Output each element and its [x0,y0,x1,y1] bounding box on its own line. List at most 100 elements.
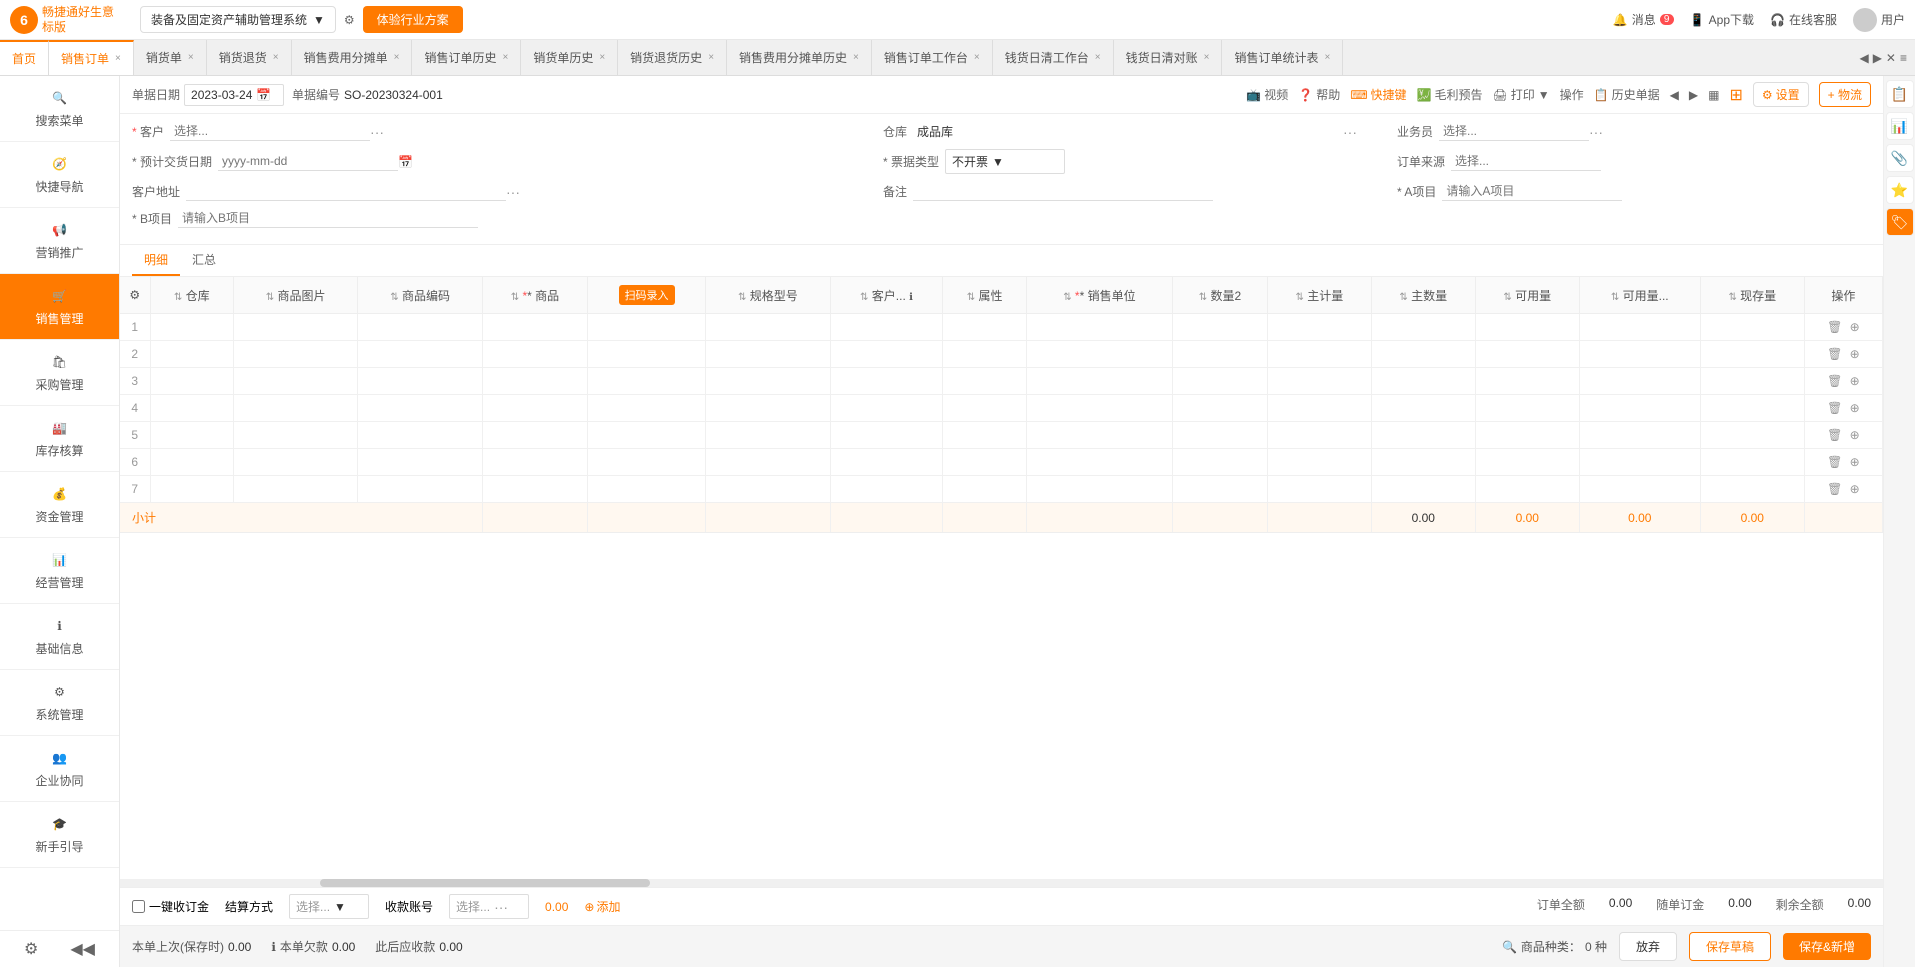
copy-icon[interactable]: ⊕ [1850,320,1860,334]
payment-method-select[interactable]: 选择... ▼ [289,894,369,919]
salesperson-dots-btn[interactable]: ··· [1589,124,1603,140]
table-tab-detail[interactable]: 明细 [132,245,180,276]
row-action-5[interactable]: 🗑 ⊕ [1804,422,1882,449]
order-source-input[interactable] [1451,152,1601,171]
close-icon[interactable]: × [1324,52,1330,63]
close-icon[interactable]: × [394,52,400,63]
copy-icon[interactable]: ⊕ [1850,347,1860,361]
customer-dots-btn[interactable]: ··· [370,124,384,140]
sidebar-settings-icon[interactable]: ⚙ [24,939,38,959]
tab-fee-history[interactable]: 销售费用分摊单历史 × [727,40,872,76]
tab-sales-bill[interactable]: 销货单 × [134,40,207,76]
sidebar-item-operations[interactable]: 📊 经营管理 [0,538,119,604]
tab-sales-order-history[interactable]: 销售订单历史 × [412,40,521,76]
close-icon[interactable]: × [273,52,279,63]
operation-btn[interactable]: 操作 [1560,86,1584,103]
tab-sales-fee[interactable]: 销售费用分摊单 × [292,40,413,76]
row-action-6[interactable]: 🗑 ⊕ [1804,449,1882,476]
delivery-date-input[interactable] [218,152,398,171]
date-input-box[interactable]: 2023-03-24 📅 [184,84,284,106]
add-row-btn[interactable]: + 物流 [1819,82,1871,107]
tab-menu-icon[interactable]: ≡ [1900,51,1907,65]
sidebar-item-guide[interactable]: 🎓 新手引导 [0,802,119,868]
close-icon[interactable]: × [974,52,980,63]
save-draft-btn[interactable]: 保存草稿 [1689,932,1771,961]
table-tab-summary[interactable]: 汇总 [180,245,228,276]
row-action-1[interactable]: 🗑 ⊕ [1804,314,1882,341]
tab-order-stats[interactable]: 销售订单统计表 × [1222,40,1343,76]
sidebar-item-marketing[interactable]: 📢 营销推广 [0,208,119,274]
delete-icon[interactable]: 🗑 [1827,401,1842,415]
address-input[interactable] [186,182,506,201]
customer-input[interactable] [170,122,370,141]
close-icon[interactable]: × [1095,52,1101,63]
tab-return-history[interactable]: 销货退货历史 × [618,40,727,76]
right-panel-icon-2[interactable]: 📊 [1886,112,1914,140]
row-action-7[interactable]: 🗑 ⊕ [1804,476,1882,503]
settings-icon[interactable]: ⚙ [344,13,355,27]
toolbar-nav-next[interactable]: ▶ [1689,88,1698,102]
system-selector[interactable]: 装备及固定资产辅助管理系统 ▼ [140,6,336,33]
history-btn[interactable]: 📋 历史单据 [1594,86,1660,103]
account-dots-btn[interactable]: ··· [494,899,508,915]
row-action-2[interactable]: 🗑 ⊕ [1804,341,1882,368]
b-project-input[interactable] [178,209,478,228]
setting-btn[interactable]: ⚙ 设置 [1753,82,1809,107]
toolbar-nav-prev[interactable]: ◀ [1670,88,1679,102]
row-action-3[interactable]: 🗑 ⊕ [1804,368,1882,395]
tab-close-all-icon[interactable]: ✕ [1886,51,1896,65]
th-settings[interactable]: ⚙ [120,277,150,314]
a-project-input[interactable] [1442,182,1622,201]
delete-icon[interactable]: 🗑 [1827,320,1842,334]
discard-btn[interactable]: 放弃 [1619,932,1677,961]
close-icon[interactable]: × [115,53,121,64]
tab-next-icon[interactable]: ▶ [1873,51,1882,65]
address-dots-btn[interactable]: ··· [506,184,520,200]
sidebar-item-enterprise[interactable]: 👥 企业协同 [0,736,119,802]
close-icon[interactable]: × [1204,52,1210,63]
sidebar-item-sales[interactable]: 🛒 销售管理 [0,274,119,340]
add-btn[interactable]: ⊕ 添加 [584,898,620,915]
delete-icon[interactable]: 🗑 [1827,374,1842,388]
tab-sales-bill-history[interactable]: 销货单历史 × [521,40,618,76]
close-icon[interactable]: × [502,52,508,63]
copy-icon[interactable]: ⊕ [1850,374,1860,388]
toolbar-grid-icon[interactable]: ▦ [1708,88,1719,102]
delivery-date-calendar-icon[interactable]: 📅 [398,155,413,169]
sidebar-item-finance[interactable]: 💰 资金管理 [0,472,119,538]
delete-icon[interactable]: 🗑 [1827,455,1842,469]
tab-order-workbench[interactable]: 销售订单工作台 × [872,40,993,76]
delete-icon[interactable]: 🗑 [1827,347,1842,361]
horizontal-scrollbar[interactable] [120,879,1883,887]
sidebar-item-quicknav[interactable]: 🧭 快捷导航 [0,142,119,208]
calendar-icon[interactable]: 📅 [256,88,271,102]
one-key-checkbox[interactable] [132,900,145,913]
close-icon[interactable]: × [708,52,714,63]
warehouse-dots-btn[interactable]: ··· [1343,124,1357,140]
copy-icon[interactable]: ⊕ [1850,455,1860,469]
tab-sales-order[interactable]: 销售订单 × [49,40,134,76]
copy-icon[interactable]: ⊕ [1850,482,1860,496]
shortcut-btn[interactable]: ⌨ 快捷键 [1350,86,1406,103]
copy-icon[interactable]: ⊕ [1850,401,1860,415]
online-service-btn[interactable]: 🎧 在线客服 [1770,11,1837,28]
right-panel-icon-5[interactable]: 🏷 [1886,208,1914,236]
row-action-4[interactable]: 🗑 ⊕ [1804,395,1882,422]
sidebar-item-purchase[interactable]: 🛍 采购管理 [0,340,119,406]
save-new-btn[interactable]: 保存&新增 [1783,933,1871,960]
tab-daily-reconcile[interactable]: 钱货日清对账 × [1114,40,1223,76]
close-icon[interactable]: × [853,52,859,63]
delete-icon[interactable]: 🗑 [1827,482,1842,496]
close-icon[interactable]: × [599,52,605,63]
toolbar-expand-icon[interactable]: ⊞ [1729,85,1742,105]
sidebar-item-search[interactable]: 🔍 搜索菜单 [0,76,119,142]
scan-btn[interactable]: 扫码录入 [619,285,675,305]
copy-icon[interactable]: ⊕ [1850,428,1860,442]
close-icon[interactable]: × [188,52,194,63]
account-select[interactable]: 选择... ··· [449,894,529,919]
profit-btn[interactable]: 💹 毛利预告 [1417,86,1483,103]
sidebar-item-inventory[interactable]: 🏭 库存核算 [0,406,119,472]
app-download-btn[interactable]: 📱 App下载 [1690,11,1754,28]
right-panel-icon-3[interactable]: 📎 [1886,144,1914,172]
tab-sales-return[interactable]: 销货退货 × [207,40,292,76]
